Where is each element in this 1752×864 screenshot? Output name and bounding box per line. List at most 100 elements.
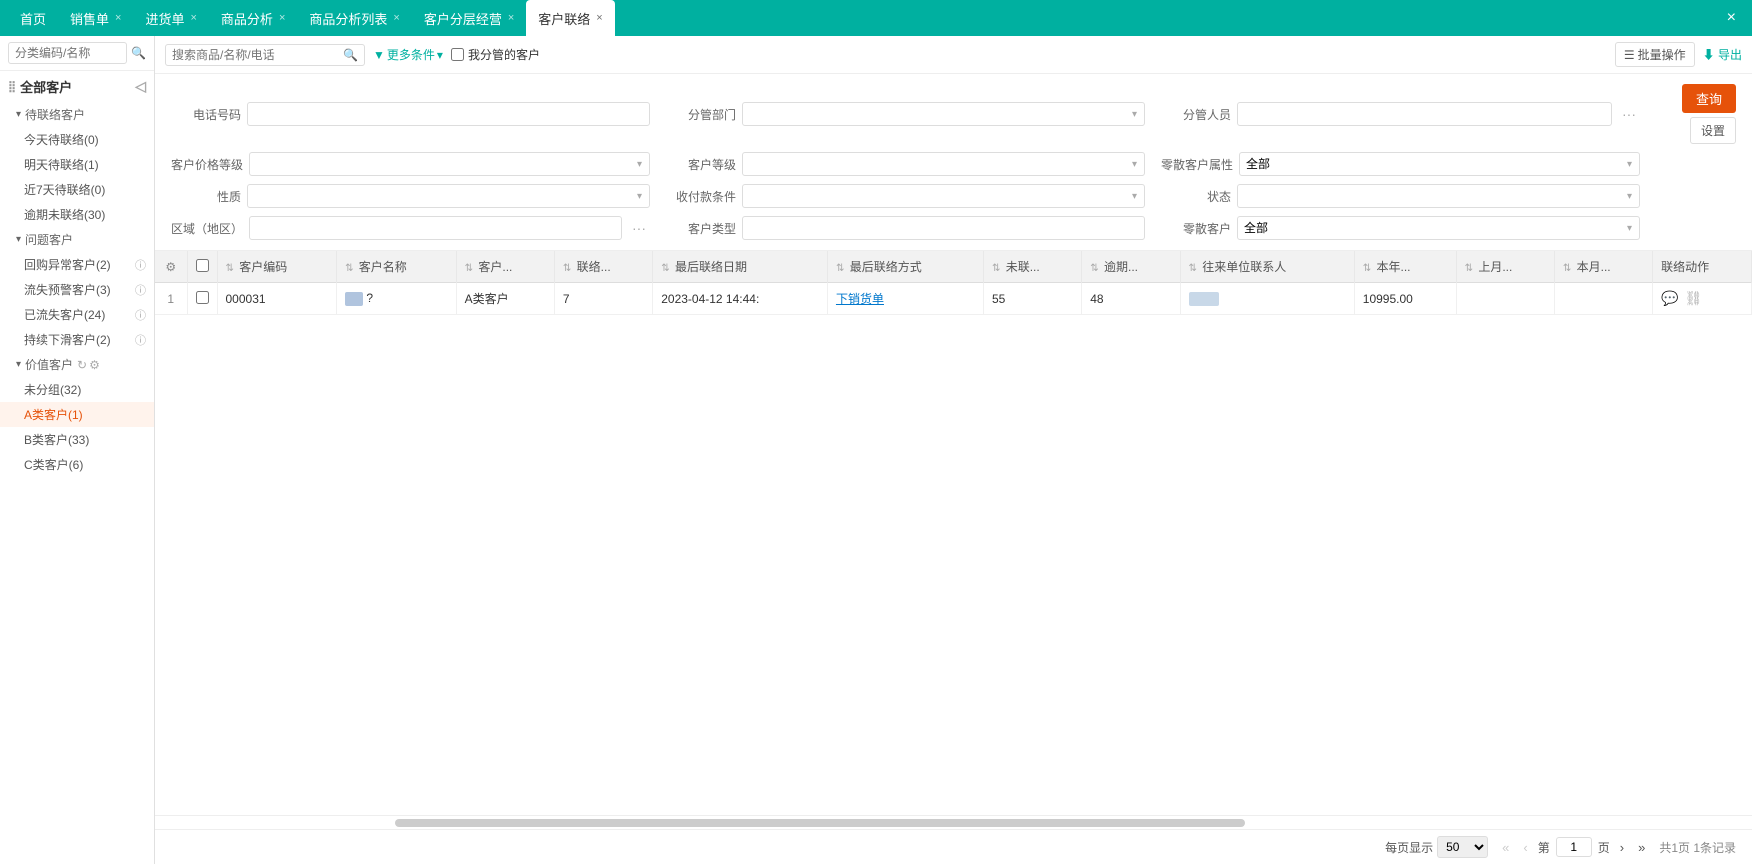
sidebar-all-customers[interactable]: ⣿ 全部客户 ◁ <box>0 71 154 102</box>
page-number-input[interactable] <box>1556 837 1592 857</box>
nav-tab-customer-tier[interactable]: 客户分层经营 × <box>412 0 526 36</box>
nav-tab-customer-contact[interactable]: 客户联络 × <box>526 0 614 36</box>
query-btn[interactable]: 查询 <box>1682 84 1736 113</box>
row-checkbox[interactable] <box>196 291 209 304</box>
settings-btn[interactable]: 设置 <box>1690 117 1736 144</box>
filter-cell-payment: 收付款条件 <box>666 184 1161 208</box>
horizontal-scrollbar[interactable] <box>155 815 1752 829</box>
close-customer-tier-tab[interactable]: × <box>508 12 514 24</box>
settings-col-icon[interactable]: ⚙ <box>165 260 176 274</box>
col-overdue: ⇅ 逾期... <box>1082 251 1180 283</box>
filter-input-manager[interactable] <box>1237 102 1612 126</box>
sidebar-item-class-a[interactable]: A类客户(1) <box>0 402 154 427</box>
close-sales-tab[interactable]: × <box>115 12 121 24</box>
filter-select-price[interactable] <box>249 152 650 176</box>
filter-row-3: 性质 收付款条件 状态 <box>171 184 1736 208</box>
filter-select-payment[interactable] <box>742 184 1145 208</box>
nav-tab-product-list[interactable]: 商品分析列表 × <box>297 0 411 36</box>
info-icon-2: ⓘ <box>135 282 146 298</box>
page-size-selector: 每页显示 50 100 200 <box>1385 836 1488 858</box>
col-not-contact: ⇅ 未联... <box>983 251 1081 283</box>
nav-tab-product-analysis[interactable]: 商品分析 × <box>209 0 297 36</box>
filter-input-customer-type[interactable] <box>742 216 1145 240</box>
select-all-checkbox[interactable] <box>196 259 209 272</box>
sidebar-pending-group[interactable]: ▾ 待联络客户 <box>0 102 154 127</box>
sidebar-item-class-b[interactable]: B类客户(33) <box>0 427 154 452</box>
filter-select-customer-level[interactable] <box>742 152 1145 176</box>
filter-more-btn[interactable]: ▼ 更多条件 ▾ <box>373 46 443 63</box>
close-customer-contact-tab[interactable]: × <box>596 12 602 24</box>
row-last-method[interactable]: 下销货单 <box>827 283 983 315</box>
export-btn[interactable]: ⬇ 导出 <box>1703 46 1742 63</box>
close-product-list-tab[interactable]: × <box>393 12 399 24</box>
sidebar-search-icon[interactable]: 🔍 <box>131 46 146 60</box>
filter-select-retail[interactable]: 全部 <box>1237 216 1640 240</box>
filter-cell-customer-type: 客户类型 <box>666 216 1161 240</box>
col-checkbox-header[interactable] <box>187 251 217 283</box>
sidebar-problem-group[interactable]: ▾ 问题客户 <box>0 227 154 252</box>
toolbar-search-wrap: 🔍 <box>165 44 365 66</box>
filter-select-retail-attr[interactable]: 全部 <box>1239 152 1640 176</box>
close-all-btn[interactable]: × <box>1719 9 1744 27</box>
sidebar-item-ungrouped[interactable]: 未分组(32) <box>0 377 154 402</box>
filter-select-retail-attr-wrap: 全部 <box>1239 152 1640 176</box>
page-size-select[interactable]: 50 100 200 <box>1437 836 1488 858</box>
col-last-date: ⇅ 最后联络日期 <box>653 251 828 283</box>
row-num: 1 <box>155 283 187 315</box>
next-page-btn[interactable]: › <box>1616 840 1628 855</box>
nav-tab-sales[interactable]: 销售单 × <box>58 0 133 36</box>
sidebar-item-tomorrow[interactable]: 明天待联络(1) <box>0 152 154 177</box>
value-settings-icon[interactable]: ⚙ <box>89 358 100 372</box>
sidebar-item-repurchase[interactable]: 回购异常客户(2) ⓘ <box>0 252 154 277</box>
nav-home[interactable]: 首页 <box>8 9 58 28</box>
sidebar-item-7days[interactable]: 近7天待联络(0) <box>0 177 154 202</box>
sidebar-item-today[interactable]: 今天待联络(0) <box>0 127 154 152</box>
last-method-link[interactable]: 下销货单 <box>836 292 884 306</box>
last-page-btn[interactable]: » <box>1634 840 1649 855</box>
filter-input-region[interactable] <box>249 216 622 240</box>
row-this-year: 10995.00 <box>1354 283 1456 315</box>
filter-select-nature[interactable] <box>247 184 650 208</box>
close-purchase-tab[interactable]: × <box>190 12 196 24</box>
toolbar-search-input[interactable] <box>172 48 343 62</box>
filter-label-customer-level: 客户等级 <box>666 156 736 173</box>
filter-dots-manager[interactable]: ··· <box>1618 106 1640 122</box>
customer-color-tag <box>345 292 363 306</box>
action-link-icon[interactable]: ⛓ <box>1685 290 1703 307</box>
my-customers-checkbox-wrap: 我分管的客户 <box>451 46 540 63</box>
sidebar-item-overdue[interactable]: 逾期未联络(30) <box>0 202 154 227</box>
filter-select-retail-wrap: 全部 <box>1237 216 1640 240</box>
sidebar-item-class-c[interactable]: C类客户(6) <box>0 452 154 477</box>
filter-label-manager: 分管人员 <box>1161 106 1231 123</box>
sidebar-search-input[interactable] <box>8 42 127 64</box>
first-page-btn[interactable]: « <box>1498 840 1513 855</box>
filter-cell-price-level: 客户价格等级 <box>171 152 666 176</box>
sidebar-item-churn-warning[interactable]: 流失预警客户(3) ⓘ <box>0 277 154 302</box>
sidebar-value-group[interactable]: ▾ 价值客户 ↻ ⚙ <box>0 352 154 377</box>
filter-label-region: 区域（地区） <box>171 220 243 237</box>
prev-page-btn[interactable]: ‹ <box>1519 840 1531 855</box>
batch-ops-btn[interactable]: ☰ 批量操作 <box>1615 42 1695 67</box>
filter-input-phone[interactable] <box>247 102 650 126</box>
filter-cell-retail-attr: 零散客户属性 全部 <box>1161 152 1656 176</box>
sidebar-collapse-btn[interactable]: ◁ <box>135 78 146 95</box>
sort-icon-code: ⇅ <box>226 263 234 274</box>
action-chat-icon[interactable]: 💬 <box>1661 290 1678 307</box>
nav-tab-purchase[interactable]: 进货单 × <box>133 0 208 36</box>
filter-dots-region[interactable]: ··· <box>628 220 650 236</box>
toolbar-search-icon[interactable]: 🔍 <box>343 48 358 62</box>
close-product-analysis-tab[interactable]: × <box>279 12 285 24</box>
filter-cell-customer-level: 客户等级 <box>666 152 1161 176</box>
filter-select-status-wrap <box>1237 184 1640 208</box>
filter-select-status[interactable] <box>1237 184 1640 208</box>
row-checkbox-cell[interactable] <box>187 283 217 315</box>
filter-cell-region: 区域（地区） ··· <box>171 216 666 240</box>
col-settings[interactable]: ⚙ <box>155 251 187 283</box>
filter-select-dept[interactable] <box>742 102 1145 126</box>
my-customers-checkbox[interactable] <box>451 48 464 61</box>
scrollbar-thumb[interactable] <box>395 819 1245 827</box>
sort-icon-this-year: ⇅ <box>1363 263 1371 274</box>
value-refresh-icon[interactable]: ↻ <box>77 358 87 372</box>
sidebar-item-declining[interactable]: 持续下滑客户(2) ⓘ <box>0 327 154 352</box>
sidebar-item-churned[interactable]: 已流失客户(24) ⓘ <box>0 302 154 327</box>
